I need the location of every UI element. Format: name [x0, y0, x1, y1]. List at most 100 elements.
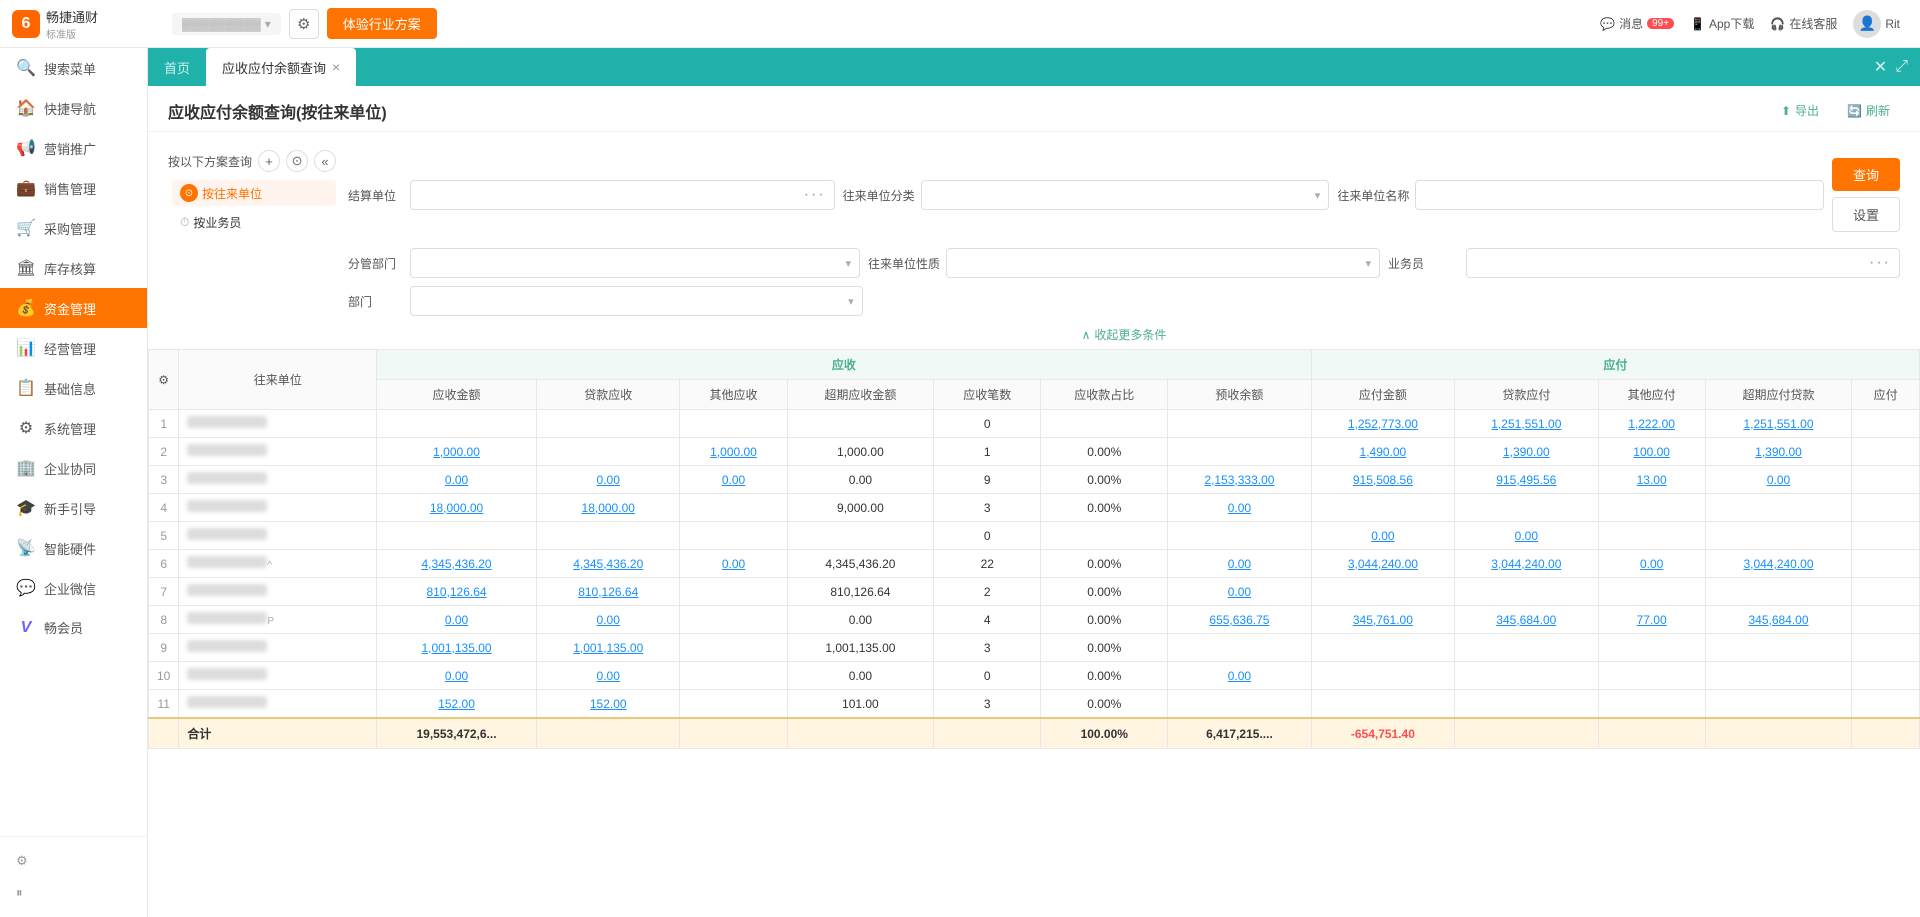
table-cell-link[interactable]: 18,000.00 — [430, 501, 483, 515]
table-cell-link[interactable]: 0.00 — [722, 557, 745, 571]
breadcrumb-nav[interactable]: ▓▓▓▓▓▓▓▓▓ ▾ — [172, 13, 281, 35]
tab-home[interactable]: 首页 — [148, 48, 206, 86]
table-cell-link[interactable]: 0.00 — [597, 669, 620, 683]
table-cell-link[interactable]: 0.00 — [1228, 557, 1251, 571]
table-cell-link[interactable]: 13.00 — [1637, 473, 1667, 487]
sidebar-bottom-settings[interactable]: ⚙ — [0, 845, 147, 877]
sidebar-item-basicinfo[interactable]: 📋 基础信息 — [0, 368, 147, 408]
table-cell-link[interactable]: 0.00 — [597, 473, 620, 487]
table-cell-link[interactable]: 77.00 — [1637, 613, 1667, 627]
user-profile[interactable]: 👤 Rit — [1853, 10, 1900, 38]
table-cell-link[interactable]: 1,390.00 — [1755, 445, 1802, 459]
row-ar-amount: 0.00 — [377, 662, 537, 690]
unit-nature-input[interactable]: ▾ — [946, 248, 1380, 278]
export-button[interactable]: ⬆ 导出 — [1771, 98, 1829, 123]
sidebar-item-sales[interactable]: 💼 销售管理 — [0, 168, 147, 208]
department-input[interactable]: ▾ — [410, 286, 863, 316]
scheme-collapse-button[interactable]: « — [314, 150, 336, 172]
table-cell-link[interactable]: 1,222.00 — [1628, 417, 1675, 431]
settlement-unit-label: 结算单位 — [348, 187, 404, 204]
sidebar-item-finance[interactable]: 💰 资金管理 — [0, 288, 147, 328]
table-cell-link[interactable]: 18,000.00 — [582, 501, 635, 515]
tab-expand-button[interactable]: ⤢ — [1895, 58, 1908, 76]
settlement-unit-input[interactable]: ··· — [410, 180, 835, 210]
table-cell-link[interactable]: 1,000.00 — [433, 445, 480, 459]
sidebar-item-operations[interactable]: 📊 经营管理 — [0, 328, 147, 368]
app-download-button[interactable]: 📱 App下载 — [1690, 15, 1754, 32]
table-cell-link[interactable]: 810,126.64 — [427, 585, 487, 599]
table-cell-link[interactable]: 1,390.00 — [1503, 445, 1550, 459]
table-cell-link[interactable]: 2,153,333.00 — [1204, 473, 1274, 487]
table-cell-link[interactable]: 0.00 — [1228, 501, 1251, 515]
sidebar-item-inventory[interactable]: 🏛 库存核算 — [0, 248, 147, 288]
sidebar-item-system[interactable]: ⚙ 系统管理 — [0, 408, 147, 448]
filter-nav-by-unit[interactable]: ⊙ 按往来单位 — [172, 180, 336, 206]
table-cell-link[interactable]: 3,044,240.00 — [1491, 557, 1561, 571]
industry-solution-button[interactable]: 体验行业方案 — [327, 8, 437, 39]
table-cell-link[interactable]: 810,126.64 — [578, 585, 638, 599]
collapse-more-button[interactable]: ∧ 收起更多条件 — [1082, 326, 1167, 343]
col-settings-header[interactable]: ⚙ — [149, 350, 179, 410]
table-cell-link[interactable]: 0.00 — [1640, 557, 1663, 571]
table-cell-link[interactable]: 655,636.75 — [1209, 613, 1269, 627]
table-cell-link[interactable]: 0.00 — [722, 473, 745, 487]
table-cell-link[interactable]: 0.00 — [1767, 473, 1790, 487]
tab-close-window-button[interactable]: ✕ — [1874, 57, 1887, 77]
table-cell-link[interactable]: 152.00 — [590, 697, 627, 711]
tab-close-icon[interactable]: × — [332, 60, 340, 74]
tab-bar: 首页 应收应付余额查询 × ✕ ⤢ — [148, 48, 1920, 86]
table-cell-link[interactable]: 4,345,436.20 — [421, 557, 491, 571]
table-cell-link[interactable]: 0.00 — [597, 613, 620, 627]
table-cell-link[interactable]: 4,345,436.20 — [573, 557, 643, 571]
table-cell-link[interactable]: 915,508.56 — [1353, 473, 1413, 487]
message-button[interactable]: 💬 消息 99+ — [1600, 15, 1674, 32]
table-cell-link[interactable]: 1,001,135.00 — [421, 641, 491, 655]
sidebar-bottom-collapse[interactable]: ⏸ — [0, 877, 147, 909]
table-cell-link[interactable]: 152.00 — [438, 697, 475, 711]
table-cell-link[interactable]: 1,251,551.00 — [1491, 417, 1561, 431]
dept-supervisor-input[interactable]: ▾ — [410, 248, 860, 278]
settings-gear-button[interactable]: ⚙ — [289, 9, 319, 39]
table-cell-link[interactable]: 1,251,551.00 — [1743, 417, 1813, 431]
online-service-button[interactable]: 🎧 在线客服 — [1770, 15, 1837, 32]
table-cell-link[interactable]: 1,490.00 — [1360, 445, 1407, 459]
scheme-settings-button[interactable]: ⊙ — [286, 150, 308, 172]
add-scheme-button[interactable]: + — [258, 150, 280, 172]
salesperson-input[interactable]: ··· — [1466, 248, 1900, 278]
sidebar-item-member[interactable]: V 畅会员 — [0, 608, 147, 647]
table-cell-link[interactable]: 0.00 — [445, 613, 468, 627]
set-button[interactable]: 设置 — [1832, 197, 1900, 232]
table-cell-link[interactable]: 915,495.56 — [1496, 473, 1556, 487]
table-cell-link[interactable]: 345,684.00 — [1496, 613, 1556, 627]
table-cell-link[interactable]: 0.00 — [445, 473, 468, 487]
table-cell-link[interactable]: 345,761.00 — [1353, 613, 1413, 627]
sidebar-item-corp[interactable]: 🏢 企业协同 — [0, 448, 147, 488]
table-cell-link[interactable]: 345,684.00 — [1748, 613, 1808, 627]
sidebar-item-purchase[interactable]: 🛒 采购管理 — [0, 208, 147, 248]
table-cell-link[interactable]: 1,000.00 — [710, 445, 757, 459]
sidebar-item-search[interactable]: 🔍 搜索菜单 — [0, 48, 147, 88]
unit-name-input[interactable] — [1415, 180, 1824, 210]
filter-nav-by-staff[interactable]: ⏱ 按业务员 — [172, 210, 336, 235]
row-unit: P — [179, 606, 377, 634]
table-cell-link[interactable]: 3,044,240.00 — [1348, 557, 1418, 571]
tab-ar-balance[interactable]: 应收应付余额查询 × — [206, 48, 356, 86]
table-cell-link[interactable]: 0.00 — [1371, 529, 1394, 543]
query-button[interactable]: 查询 — [1832, 158, 1900, 191]
unit-category-input[interactable]: ▾ — [921, 180, 1330, 210]
sidebar-item-marketing[interactable]: 📢 营销推广 — [0, 128, 147, 168]
sidebar-item-wechat[interactable]: 💬 企业微信 — [0, 568, 147, 608]
table-cell-link[interactable]: 0.00 — [1228, 585, 1251, 599]
table-cell-link[interactable]: 1,252,773.00 — [1348, 417, 1418, 431]
table-cell-link[interactable]: 0.00 — [445, 669, 468, 683]
table-cell-link[interactable]: 3,044,240.00 — [1743, 557, 1813, 571]
sidebar-item-hardware[interactable]: 📡 智能硬件 — [0, 528, 147, 568]
table-cell-link[interactable]: 0.00 — [1228, 669, 1251, 683]
sidebar-item-guide[interactable]: 🎓 新手引导 — [0, 488, 147, 528]
row-ar-count: 1 — [934, 438, 1041, 466]
table-cell-link[interactable]: 0.00 — [1515, 529, 1538, 543]
refresh-button[interactable]: 🔄 刷新 — [1837, 98, 1900, 123]
sidebar-item-quicknav[interactable]: 🏠 快捷导航 — [0, 88, 147, 128]
table-cell-link[interactable]: 1,001,135.00 — [573, 641, 643, 655]
table-cell-link[interactable]: 100.00 — [1633, 445, 1670, 459]
